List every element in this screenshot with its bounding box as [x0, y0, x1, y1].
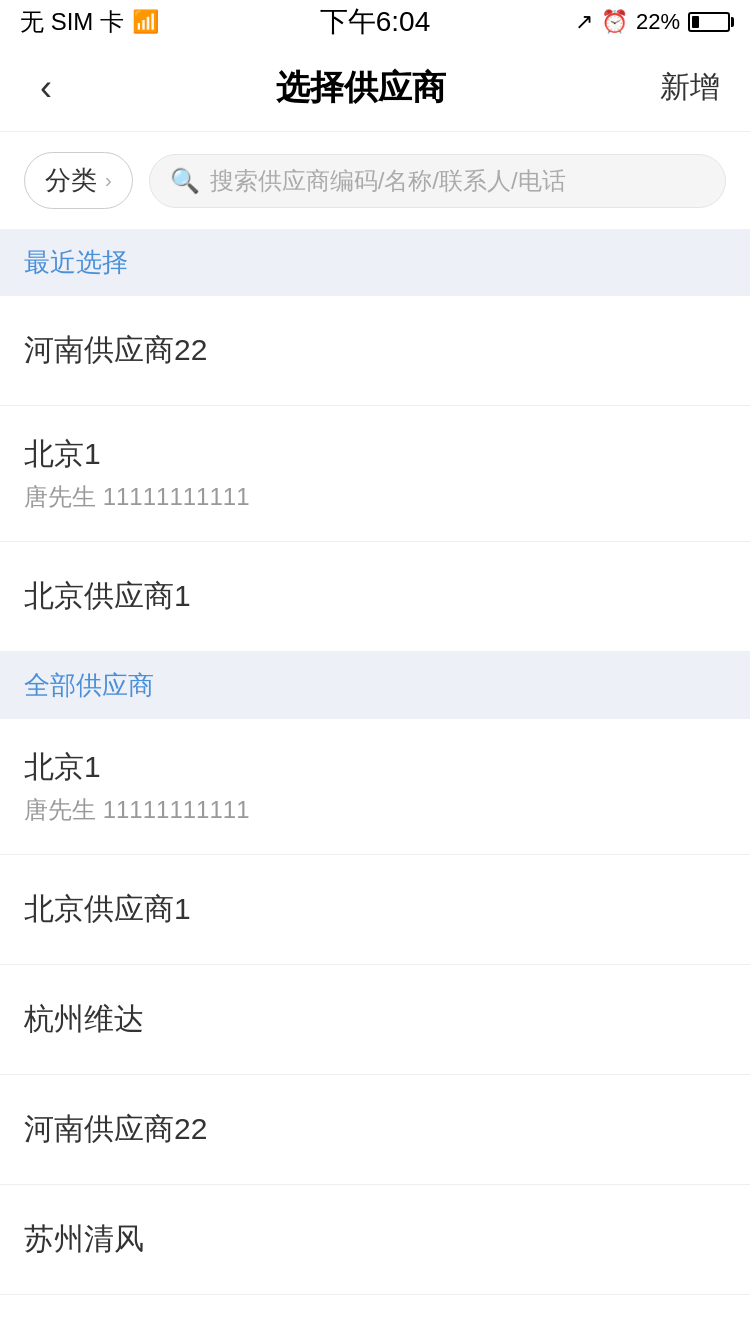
list-item-name: 北京1 — [24, 747, 726, 788]
filter-bar: 分类 › 🔍 搜索供应商编码/名称/联系人/电话 — [0, 132, 750, 229]
sections-container: 最近选择河南供应商22 北京1 唐先生 11111111111 北京供应商1 全部供应商… — [0, 229, 750, 1295]
list-item-sub: 唐先生 11111111111 — [24, 481, 726, 513]
add-new-button[interactable]: 新增 — [660, 67, 720, 108]
list-item[interactable]: 杭州维达 — [0, 965, 750, 1075]
search-icon: 🔍 — [170, 167, 200, 195]
list-item-name: 杭州维达 — [24, 999, 726, 1040]
list-item-name: 北京供应商1 — [24, 889, 726, 930]
search-box[interactable]: 🔍 搜索供应商编码/名称/联系人/电话 — [149, 154, 726, 208]
page-title: 选择供应商 — [276, 65, 446, 111]
alarm-icon: ⏰ — [601, 9, 628, 35]
list-item[interactable]: 河南供应商22 — [0, 1075, 750, 1185]
back-button[interactable]: ‹ — [30, 57, 62, 119]
search-input[interactable]: 搜索供应商编码/名称/联系人/电话 — [210, 165, 566, 197]
location-icon: ↗ — [575, 9, 593, 35]
list-item[interactable]: 北京1 唐先生 11111111111 — [0, 719, 750, 855]
list-item-sub: 唐先生 11111111111 — [24, 794, 726, 826]
status-right: ↗ ⏰ 22% — [575, 9, 730, 35]
list-item[interactable]: 河南供应商22 — [0, 296, 750, 406]
wifi-icon: 📶 — [132, 9, 159, 35]
list-item-name: 北京供应商1 — [24, 576, 726, 617]
nav-bar: ‹ 选择供应商 新增 — [0, 44, 750, 132]
section-header-text-all: 全部供应商 — [24, 670, 154, 700]
section-header-recent: 最近选择 — [0, 229, 750, 296]
battery-container — [688, 12, 730, 32]
section-header-text-recent: 最近选择 — [24, 247, 128, 277]
list-item[interactable]: 苏州清风 — [0, 1185, 750, 1295]
list-item-name: 河南供应商22 — [24, 330, 726, 371]
sim-label: 无 SIM 卡 — [20, 6, 124, 38]
battery-box — [688, 12, 730, 32]
list-item[interactable]: 北京供应商1 — [0, 855, 750, 965]
category-filter-button[interactable]: 分类 › — [24, 152, 133, 209]
battery-pct: 22% — [636, 9, 680, 35]
status-left: 无 SIM 卡 📶 — [20, 6, 159, 38]
list-item[interactable]: 北京1 唐先生 11111111111 — [0, 406, 750, 542]
category-label: 分类 — [45, 163, 97, 198]
list-item[interactable]: 北京供应商1 — [0, 542, 750, 652]
list-item-name: 苏州清风 — [24, 1219, 726, 1260]
list-item-name: 北京1 — [24, 434, 726, 475]
chevron-right-icon: › — [105, 169, 112, 192]
status-time: 下午6:04 — [320, 3, 431, 41]
section-header-all: 全部供应商 — [0, 652, 750, 719]
status-bar: 无 SIM 卡 📶 下午6:04 ↗ ⏰ 22% — [0, 0, 750, 44]
battery-fill — [692, 16, 699, 28]
list-item-name: 河南供应商22 — [24, 1109, 726, 1150]
